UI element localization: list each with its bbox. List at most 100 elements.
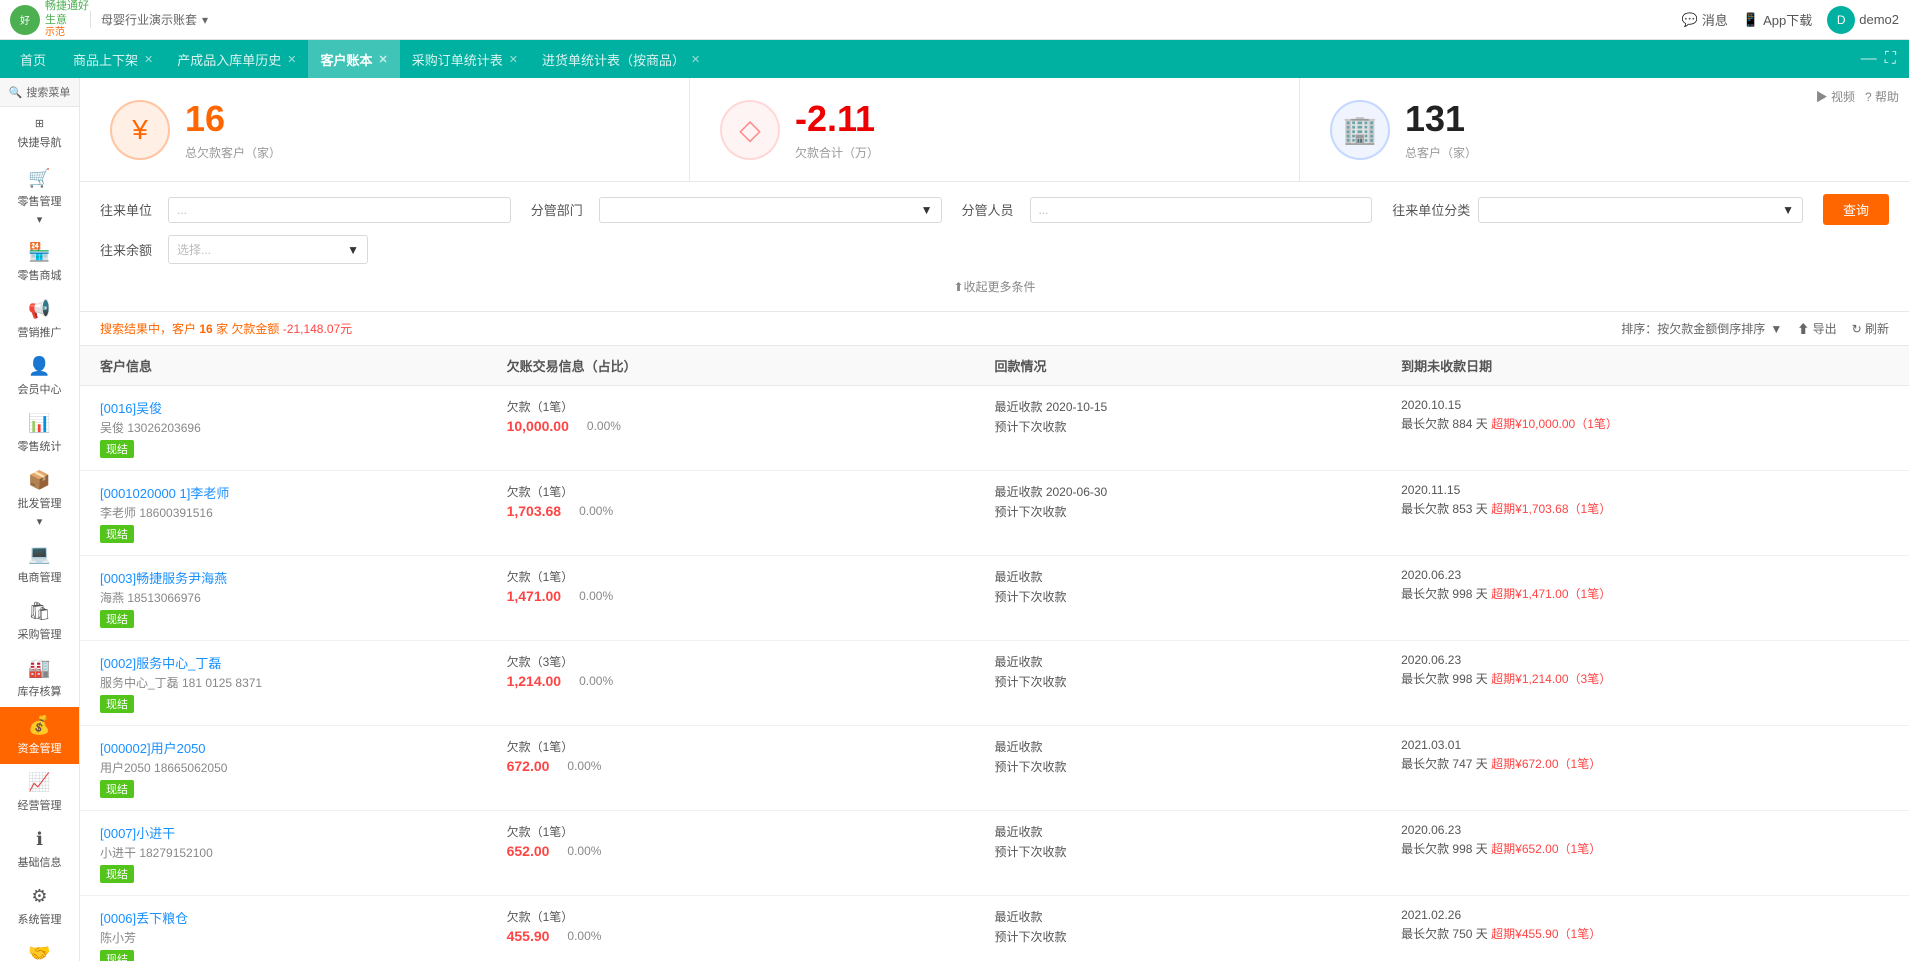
tab-purchase-order[interactable]: 采购订单统计表 ✕ (400, 40, 530, 78)
search-button[interactable]: 查询 (1823, 194, 1889, 225)
table-row: [0007]小进干 小进干 18279152100 现结 欠款（1笔） 652.… (80, 811, 1909, 896)
sidebar-item-inventory[interactable]: 🏭 库存核算 (0, 650, 79, 707)
sidebar-item-retail-mgmt[interactable]: 🛒 零售管理 ▾ (0, 160, 79, 234)
tab-customer-account[interactable]: 客户账本 ✕ (308, 40, 399, 78)
message-button[interactable]: 💬 消息 (1682, 10, 1728, 29)
recover-info-3: 最近收款 预计下次收款 (995, 653, 1402, 713)
from-unit-dots: ... (177, 203, 187, 217)
customer-sub-5: 小进干 18279152100 (100, 844, 507, 861)
overdue-link-0[interactable]: 超期¥10,000.00（1笔） (1491, 417, 1618, 431)
help-button[interactable]: ? 帮助 (1865, 88, 1899, 105)
overdue-link-4[interactable]: 超期¥672.00（1笔） (1491, 757, 1601, 771)
overdue-link-1[interactable]: 超期¥1,703.68（1笔） (1491, 502, 1611, 516)
search-menu-button[interactable]: 🔍 搜索菜单 (0, 78, 79, 107)
customer-name-4[interactable]: [000002]用户2050 (100, 738, 507, 757)
search-icon: 🔍 (9, 86, 23, 99)
main-layout: 🔍 搜索菜单 ⊞ 快捷导航 🛒 零售管理 ▾ 🏪 零售商城 📢 营销推广 👤 会… (0, 78, 1909, 961)
close-tab-customer-account[interactable]: ✕ (379, 53, 388, 66)
customer-info-4: [000002]用户2050 用户2050 18665062050 现结 (100, 738, 507, 798)
person-input[interactable]: ... (1030, 197, 1373, 223)
unit-class-select[interactable]: ▼ (1478, 197, 1803, 223)
maximize-button[interactable]: ⛶ (1885, 50, 1896, 68)
user-menu[interactable]: D demo2 (1827, 6, 1899, 34)
sidebar-item-finance[interactable]: 💰 资金管理 (0, 707, 79, 764)
video-button[interactable]: ▶ 视频 (1816, 88, 1855, 105)
tab-import-stats[interactable]: 进货单统计表（按商品） ✕ (530, 40, 712, 78)
debt-info-2: 欠款（1笔） 1,471.00 0.00% (507, 568, 995, 628)
logo-area: 好 畅捷通好生意 示范 (10, 0, 90, 38)
logo-icon: 好 (10, 5, 40, 35)
sidebar-item-ecommerce[interactable]: 💻 电商管理 (0, 536, 79, 593)
results-bar: 搜索结果中，客户 16 家 欠款金额 -21,148.07元 排序：按欠款金额倒… (80, 312, 1909, 346)
sidebar-item-member-center[interactable]: 👤 会员中心 (0, 348, 79, 405)
close-tab-product-history[interactable]: ✕ (287, 53, 296, 66)
customer-info-0: [0016]吴俊 吴俊 13026203696 现结 (100, 398, 507, 458)
customer-name-1[interactable]: [0001020000 1]李老师 (100, 483, 507, 502)
debt-info-5: 欠款（1笔） 652.00 0.00% (507, 823, 995, 883)
tab-product-history[interactable]: 产成品入库单历史 ✕ (165, 40, 308, 78)
filter-row-1: 往来单位 ... 分管部门 ▼ 分管人员 ... (100, 194, 1889, 225)
sidebar-quick-nav[interactable]: ⊞ 快捷导航 (0, 107, 79, 160)
customer-tag-5: 现结 (100, 865, 134, 883)
customer-name-3[interactable]: [0002]服务中心_丁磊 (100, 653, 507, 672)
customer-sub-2: 海燕 18513066976 (100, 589, 507, 606)
from-unit-input[interactable]: ... (168, 197, 511, 223)
nav-right-actions: — ⛶ (1861, 50, 1904, 68)
overdue-link-3[interactable]: 超期¥1,214.00（3笔） (1491, 672, 1611, 686)
stat-card-3: 🏢 131 总客户（家） ▶ 视频 ? 帮助 (1300, 78, 1909, 181)
system-icon: ⚙ (31, 886, 47, 907)
sidebar-item-retail-mall[interactable]: 🏪 零售商城 (0, 234, 79, 291)
refresh-button[interactable]: ↻ 刷新 (1852, 320, 1889, 337)
tab-products-off[interactable]: 商品上下架 ✕ (61, 40, 165, 78)
recover-info-1: 最近收款 2020-06-30 预计下次收款 (995, 483, 1402, 543)
close-tab-products-off[interactable]: ✕ (144, 53, 153, 66)
customer-name-0[interactable]: [0016]吴俊 (100, 398, 507, 417)
retail-mgmt-icon: 🛒 (28, 168, 50, 189)
date-info-6: 2021.02.26 最长欠款 750 天 超期¥455.90（1笔） (1401, 908, 1889, 961)
filter-area: 往来单位 ... 分管部门 ▼ 分管人员 ... (80, 182, 1909, 312)
debt-info-6: 欠款（1笔） 455.90 0.00% (507, 908, 995, 961)
filter-person: 分管人员 ... (962, 197, 1373, 223)
customer-name-2[interactable]: [0003]畅捷服务尹海燕 (100, 568, 507, 587)
results-actions: 排序：按欠款金额倒序排序 ▼ ⬆ 导出 ↻ 刷新 (1621, 320, 1889, 337)
table-row: [0006]丢下粮仓 陈小芳 现结 欠款（1笔） 455.90 0.00% 最近… (80, 896, 1909, 961)
sidebar-item-purchase-mgmt[interactable]: 🛍 采购管理 (0, 593, 79, 650)
company-selector[interactable]: 母婴行业演示账套 ▾ (90, 11, 223, 28)
sort-selector[interactable]: 排序：按欠款金额倒序排序 ▼ (1621, 320, 1782, 337)
stat-info-2: -2.11 欠款合计（万） (795, 98, 879, 161)
unit-class-arrow-icon: ▼ (1782, 203, 1794, 217)
grid-icon: ⊞ (35, 117, 44, 130)
header-customer: 客户信息 (100, 356, 507, 375)
export-button[interactable]: ⬆ 导出 (1797, 320, 1836, 337)
sidebar-item-marketing[interactable]: 📢 营销推广 (0, 291, 79, 348)
overdue-link-5[interactable]: 超期¥652.00（1笔） (1491, 842, 1601, 856)
business-icon: 📈 (28, 772, 50, 793)
tab-home[interactable]: 首页 (5, 40, 61, 78)
sidebar-item-system[interactable]: ⚙ 系统管理 (0, 878, 79, 935)
sidebar-item-business-mgmt[interactable]: 📈 经营管理 (0, 764, 79, 821)
overdue-link-2[interactable]: 超期¥1,471.00（1笔） (1491, 587, 1611, 601)
sidebar-item-retail-stats[interactable]: 📊 零售统计 (0, 405, 79, 462)
close-tab-import-stats[interactable]: ✕ (691, 53, 700, 66)
customer-name-5[interactable]: [0007]小进干 (100, 823, 507, 842)
stat-label-2: 欠款合计（万） (795, 144, 879, 161)
customer-tag-6: 现结 (100, 950, 134, 961)
minimize-button[interactable]: — (1861, 50, 1877, 68)
sidebar-item-batch-mgmt[interactable]: 📦 批发管理 ▾ (0, 462, 79, 536)
customer-name-6[interactable]: [0006]丢下粮仓 (100, 908, 507, 927)
collapse-button[interactable]: ⬆ 收起更多条件 (100, 274, 1889, 299)
overdue-link-6[interactable]: 超期¥455.90（1笔） (1491, 927, 1601, 941)
balance-select[interactable]: 选择... ▼ (168, 235, 368, 264)
debt-info-3: 欠款（3笔） 1,214.00 0.00% (507, 653, 995, 713)
customer-sub-1: 李老师 18600391516 (100, 504, 507, 521)
sidebar-item-enterprise[interactable]: 🤝 企业协同 (0, 935, 79, 961)
close-tab-purchase-order[interactable]: ✕ (509, 53, 518, 66)
header-recover: 回款情况 (995, 356, 1402, 375)
phone-icon: 📱 (1743, 12, 1759, 28)
table-row: [0016]吴俊 吴俊 13026203696 现结 欠款（1笔） 10,000… (80, 386, 1909, 471)
stat-card-help: ▶ 视频 ? 帮助 (1816, 88, 1899, 105)
results-info: 搜索结果中，客户 16 家 欠款金额 -21,148.07元 (100, 320, 352, 337)
dept-select[interactable]: ▼ (599, 197, 942, 223)
app-download-button[interactable]: 📱 App下载 (1743, 10, 1812, 29)
sidebar-item-basic-info[interactable]: ℹ 基础信息 (0, 821, 79, 878)
